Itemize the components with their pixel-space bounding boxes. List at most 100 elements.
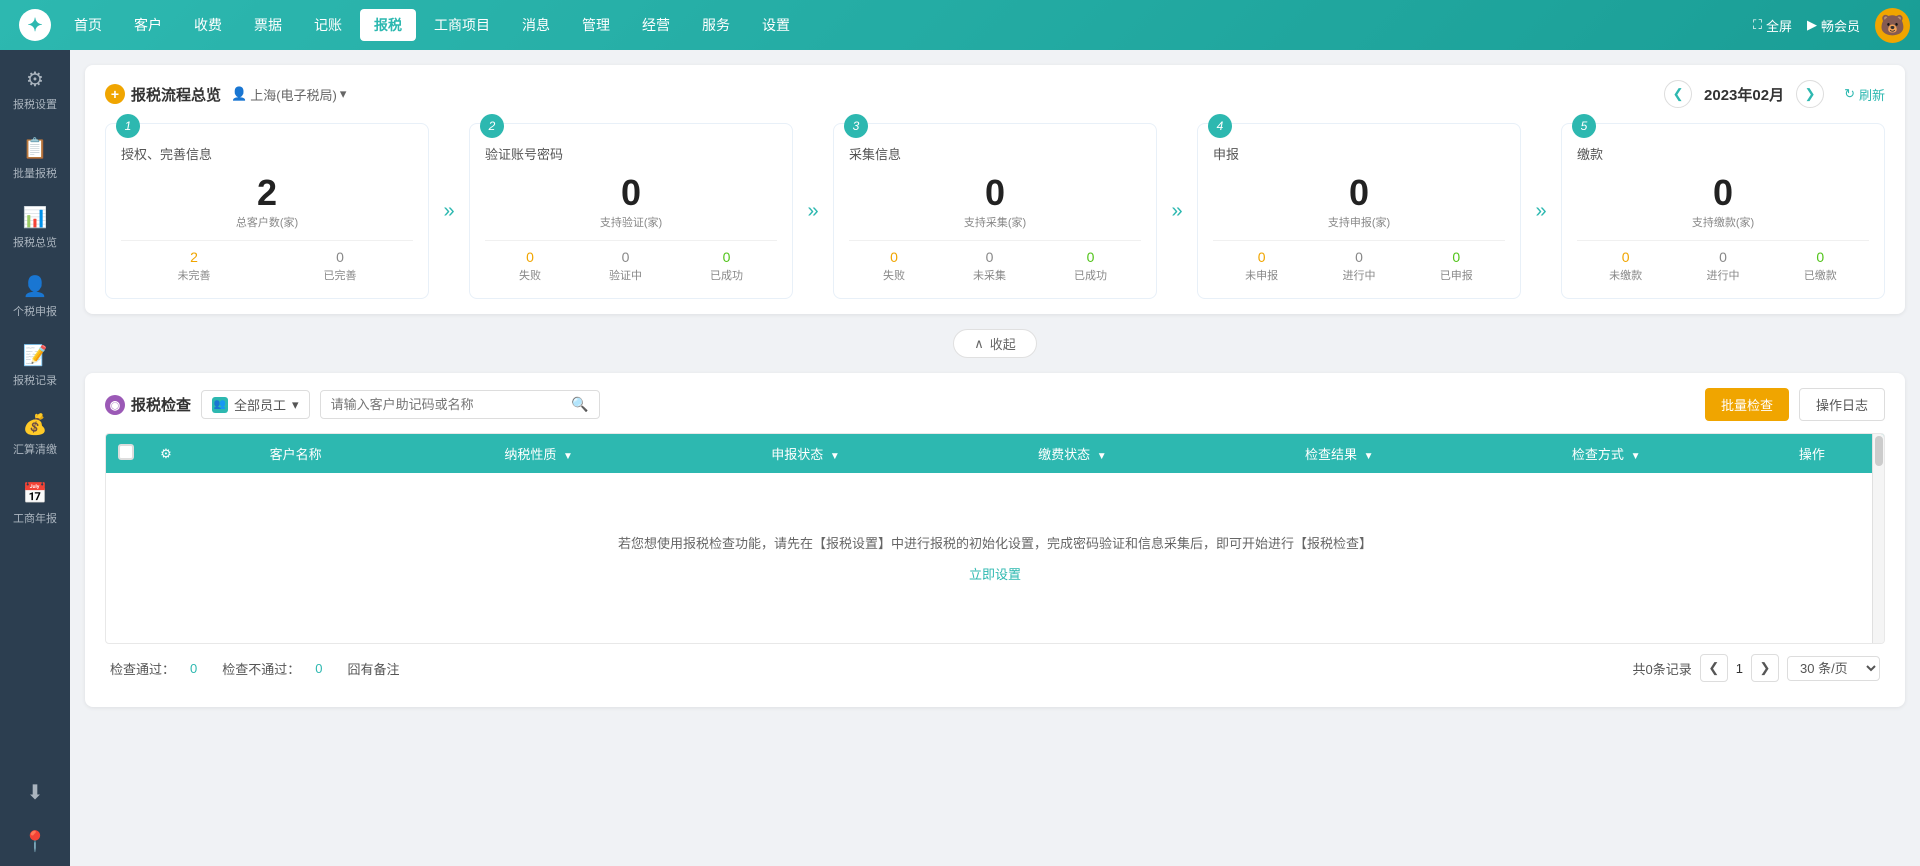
search-box: 🔍 — [320, 390, 600, 419]
step-5-stat-0-val: 0 — [1609, 249, 1642, 265]
staff-selector[interactable]: 👥 全部员工 ▾ — [201, 390, 310, 419]
nav-item-invoices[interactable]: 票据 — [240, 9, 296, 41]
member-label: 畅会员 — [1821, 16, 1860, 35]
step-4-count: 0 — [1213, 171, 1505, 214]
chevron-down-icon: ▾ — [292, 397, 299, 413]
nav-item-settings[interactable]: 设置 — [748, 9, 804, 41]
nav-item-service[interactable]: 服务 — [688, 9, 744, 41]
step-2-stat-2: 0 已成功 — [710, 249, 743, 283]
filter-icon-1[interactable]: ▼ — [563, 451, 573, 462]
sidebar-label-clearing: 汇算清缴 — [13, 441, 57, 457]
prev-month-button[interactable]: ❮ — [1664, 80, 1692, 108]
sidebar-label-tax-records: 报税记录 — [13, 372, 57, 388]
step-2-stat-0-label: 失败 — [519, 267, 541, 283]
sidebar-item-tax-overview[interactable]: 📊 报税总览 — [0, 193, 70, 262]
step-5-num: 5 — [1572, 114, 1596, 138]
step-4-title: 申报 — [1213, 144, 1505, 163]
step-2-stats: 0 失败 0 验证中 0 已成功 — [485, 240, 777, 283]
month-navigation: ❮ 2023年02月 ❯ — [1664, 80, 1824, 108]
sidebar-item-batch-tax[interactable]: 📋 批量报税 — [0, 124, 70, 193]
nav-item-tax[interactable]: 报税 — [360, 9, 416, 41]
sidebar-item-annual-report[interactable]: 📅 工商年报 — [0, 469, 70, 538]
scroll-indicator[interactable] — [1872, 434, 1884, 643]
fail-label: 检查不通过： — [222, 659, 300, 678]
refresh-icon: ↻ — [1844, 86, 1855, 102]
step-5-stat-1: 0 进行中 — [1706, 249, 1739, 283]
location-tag[interactable]: 👤 上海(电子税局) ▾ — [231, 85, 346, 104]
step-3-title: 采集信息 — [849, 144, 1141, 163]
step-1-subtitle: 总客户数(家) — [121, 214, 413, 230]
filter-icon-5[interactable]: ▼ — [1631, 451, 1641, 462]
step-3-count: 0 — [849, 171, 1141, 214]
collapse-button[interactable]: ∧ 收起 — [953, 329, 1037, 358]
step-4-stat-0: 0 未申报 — [1245, 249, 1278, 283]
nav-item-customer[interactable]: 客户 — [120, 9, 176, 41]
search-input[interactable] — [321, 392, 562, 417]
nav-item-home[interactable]: 首页 — [60, 9, 116, 41]
nav-item-business[interactable]: 工商项目 — [420, 9, 504, 41]
sidebar-label-annual-report: 工商年报 — [13, 510, 57, 526]
sidebar-item-personal-tax[interactable]: 👤 个税申报 — [0, 262, 70, 331]
table-header-declare-status: 申报状态 ▼ — [672, 434, 939, 473]
pass-label: 检查通过： — [110, 659, 175, 678]
batch-check-button[interactable]: 批量检查 — [1705, 388, 1789, 421]
step-5-stats: 0 未缴款 0 进行中 0 已缴款 — [1577, 240, 1869, 283]
arrow-4: » — [1521, 123, 1561, 299]
process-steps: 1 授权、完善信息 2 总客户数(家) 2 未完善 0 已完善 » — [105, 123, 1885, 299]
filter-icon-2[interactable]: ▼ — [830, 451, 840, 462]
setup-link[interactable]: 立即设置 — [969, 567, 1021, 582]
tax-settings-icon: ⚙ — [26, 67, 44, 92]
header-checkbox[interactable] — [118, 444, 134, 460]
step-3-stat-0-val: 0 — [883, 249, 905, 265]
fullscreen-button[interactable]: ⛶ 全屏 — [1753, 16, 1792, 35]
refresh-button[interactable]: ↻ 刷新 — [1844, 85, 1885, 104]
member-button[interactable]: ▶ 畅会员 — [1807, 16, 1860, 35]
sidebar-item-download[interactable]: ⬇ — [18, 768, 53, 817]
step-4-stat-1-label: 进行中 — [1342, 267, 1375, 283]
step-4-stat-2-label: 已申报 — [1440, 267, 1473, 283]
scroll-thumb — [1875, 436, 1883, 466]
next-month-button[interactable]: ❯ — [1796, 80, 1824, 108]
page-number: 1 — [1736, 661, 1743, 676]
filter-icon-4[interactable]: ▼ — [1364, 451, 1374, 462]
step-5-stat-2: 0 已缴款 — [1804, 249, 1837, 283]
page-size-selector[interactable]: 30 条/页 50 条/页 100 条/页 — [1787, 656, 1880, 681]
check-table: ⚙ 客户名称 纳税性质 ▼ 申报状态 ▼ — [106, 434, 1884, 643]
nav-item-management[interactable]: 管理 — [568, 9, 624, 41]
logo-icon: ✦ — [19, 9, 51, 41]
table-settings-icon[interactable]: ⚙ — [160, 446, 172, 461]
step-1-stat-1: 0 已完善 — [324, 249, 357, 283]
nav-item-fees[interactable]: 收费 — [180, 9, 236, 41]
nav-item-operations[interactable]: 经营 — [628, 9, 684, 41]
table-empty-cell: 若您想使用报税检查功能，请先在【报税设置】中进行报税的初始化设置，完成密码验证和… — [106, 473, 1884, 643]
sidebar-label-batch-tax: 批量报税 — [13, 165, 57, 181]
footer-pagination: 共0条记录 ❮ 1 ❯ 30 条/页 50 条/页 100 条/页 — [1633, 654, 1880, 682]
step-3-stat-2: 0 已成功 — [1074, 249, 1107, 283]
operation-log-button[interactable]: 操作日志 — [1799, 388, 1885, 421]
step-3-subtitle: 支持采集(家) — [849, 214, 1141, 230]
user-avatar[interactable]: 🐻 — [1875, 8, 1910, 43]
step-2-stat-1: 0 验证中 — [609, 249, 642, 283]
pass-value[interactable]: 0 — [190, 661, 197, 676]
sidebar-item-tax-records[interactable]: 📝 报税记录 — [0, 331, 70, 400]
prev-page-button[interactable]: ❮ — [1700, 654, 1728, 682]
filter-icon-3[interactable]: ▼ — [1097, 451, 1107, 462]
fail-value[interactable]: 0 — [315, 661, 322, 676]
step-5-stat-0: 0 未缴款 — [1609, 249, 1642, 283]
step-4-subtitle: 支持申报(家) — [1213, 214, 1505, 230]
search-button[interactable]: 🔍 — [561, 391, 598, 418]
nav-item-bookkeeping[interactable]: 记账 — [300, 9, 356, 41]
sidebar-item-location[interactable]: 📍 — [18, 817, 53, 866]
sidebar-item-clearing[interactable]: 💰 汇算清缴 — [0, 400, 70, 469]
annual-report-icon: 📅 — [23, 481, 48, 506]
sidebar-item-tax-settings[interactable]: ⚙ 报税设置 — [0, 55, 70, 124]
step-1-stat-1-val: 0 — [324, 249, 357, 265]
step-4-stat-2-val: 0 — [1440, 249, 1473, 265]
next-page-button[interactable]: ❯ — [1751, 654, 1779, 682]
arrow-2: » — [793, 123, 833, 299]
chevron-up-icon: ∧ — [974, 336, 984, 352]
nav-item-messages[interactable]: 消息 — [508, 9, 564, 41]
step-3-stat-2-label: 已成功 — [1074, 267, 1107, 283]
step-5-card: 5 缴款 0 支持缴款(家) 0 未缴款 0 进行中 0 已缴款 — [1561, 123, 1885, 299]
step-5-title: 缴款 — [1577, 144, 1869, 163]
